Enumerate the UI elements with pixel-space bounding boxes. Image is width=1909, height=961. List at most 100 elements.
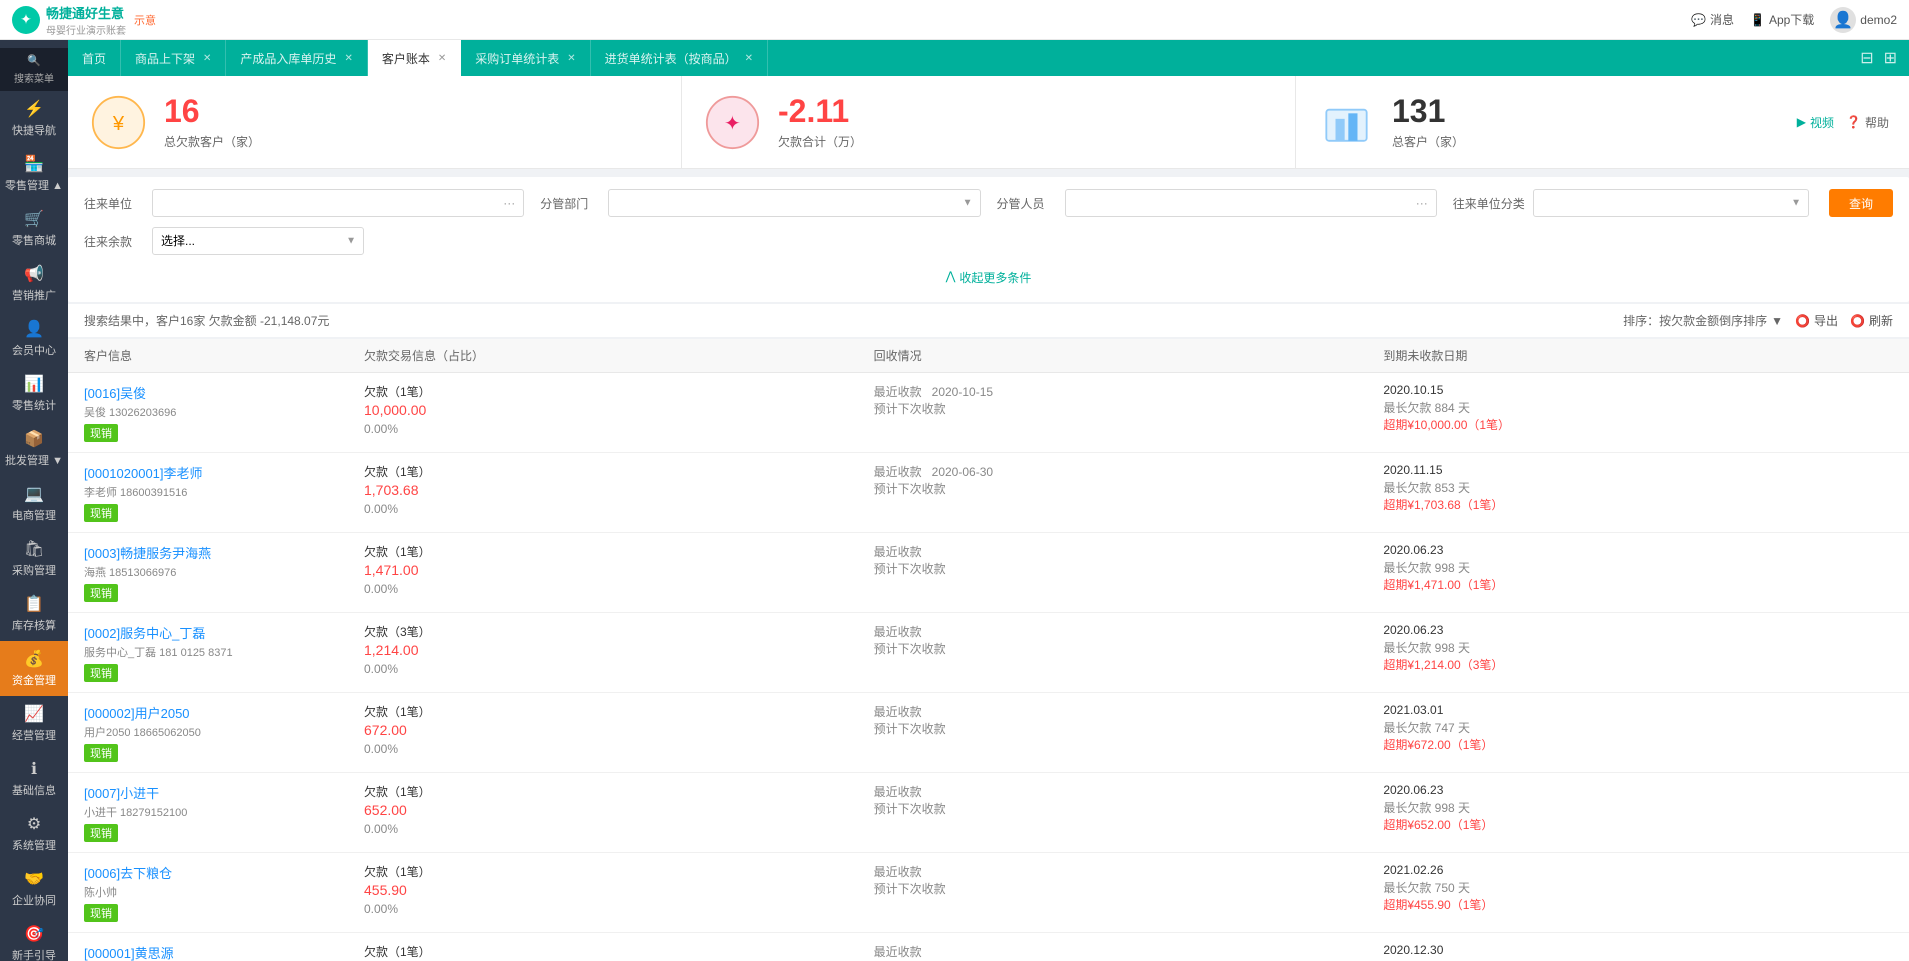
operations-icon: 📈 (24, 704, 44, 724)
tab-product-listing-close[interactable]: ✕ (203, 53, 211, 64)
customer-name-6[interactable]: [0007]小进干 (84, 783, 364, 802)
tab-production-history-close[interactable]: ✕ (344, 53, 352, 64)
overdue-amount-1[interactable]: 超期¥10,000.00（1笔） (1383, 416, 1893, 433)
recovery-latest-4: 最近收款 (874, 623, 1384, 640)
export-btn[interactable]: ⭕ 导出 (1795, 312, 1838, 329)
overdue-amount-3[interactable]: 超期¥1,471.00（1笔） (1383, 576, 1893, 593)
message-btn[interactable]: 💬 消息 (1691, 11, 1734, 28)
tab-customer-account[interactable]: 客户账本 ✕ (368, 40, 461, 76)
app-name: 畅捷通好生意 (46, 3, 126, 22)
tab-incoming-stats-close[interactable]: ✕ (745, 53, 753, 64)
sidebar-item-quick-nav[interactable]: ⚡ 快捷导航 (0, 91, 68, 146)
sidebar-item-system-mgmt[interactable]: ⚙ 系统管理 (0, 806, 68, 861)
recovery-cell-1: 最近收款 2020-10-15 预计下次收款 (874, 383, 1384, 417)
help-btn[interactable]: ❓ 帮助 (1846, 114, 1889, 131)
enterprise-collab-icon: 🤝 (24, 869, 44, 889)
table-row: [0007]小进干 小进干 18279152100 现销 欠款（1笔） 652.… (68, 773, 1909, 853)
sidebar-item-marketing[interactable]: 📢 营销推广 (0, 256, 68, 311)
stat-info-owed: -2.11 欠款合计（万） (778, 94, 862, 150)
customer-tag-6: 现销 (84, 824, 118, 842)
customer-tag-7: 现销 (84, 904, 118, 922)
filter-select-dept[interactable] (608, 189, 980, 217)
sidebar-item-member[interactable]: 👤 会员中心 (0, 311, 68, 366)
col-header-recovery: 回收情况 (874, 347, 1384, 364)
sidebar-item-finance[interactable]: 💰 资金管理 (0, 641, 68, 696)
minimize-btn[interactable]: ⊟ (1856, 48, 1877, 68)
tab-home[interactable]: 首页 (68, 40, 121, 76)
search-btn[interactable]: 查询 (1829, 189, 1893, 217)
sidebar-item-newbie-guide[interactable]: 🎯 新手引导 (0, 916, 68, 961)
user-area[interactable]: 👤 demo2 (1830, 7, 1897, 33)
overdue-days-4: 最长欠款 998 天 (1383, 639, 1893, 656)
customer-name-7[interactable]: [0006]去下粮仓 (84, 863, 364, 882)
sort-select[interactable]: 排序：按欠款金额倒序排序 ▼ (1623, 312, 1783, 329)
filter-select-category[interactable] (1533, 189, 1809, 217)
tab-production-history[interactable]: 产成品入库单历史 ✕ (226, 40, 367, 76)
export-icon: ⭕ (1795, 314, 1810, 328)
due-date-5: 2021.03.01 (1383, 703, 1893, 717)
owed-label-1: 欠款（1笔） (364, 383, 874, 400)
collapse-row[interactable]: ⋀ 收起更多条件 (84, 265, 1893, 290)
sidebar-item-retail-mgmt[interactable]: 🏪 零售管理 ▲ (0, 146, 68, 201)
customer-tag-3: 现销 (84, 584, 118, 602)
svg-text:✦: ✦ (724, 112, 741, 134)
retail-mgmt-icon: 🏪 (24, 154, 44, 174)
sidebar-item-enterprise-collab[interactable]: 🤝 企业协同 (0, 861, 68, 916)
owed-pct-5: 0.00% (364, 742, 874, 756)
customer-info-3: 海燕 18513066976 (84, 564, 364, 580)
sidebar-item-ecommerce[interactable]: 💻 电商管理 (0, 476, 68, 531)
inventory-icon: 📋 (24, 594, 44, 614)
table-row: [000002]用户2050 用户2050 18665062050 现销 欠款（… (68, 693, 1909, 773)
overdue-amount-2[interactable]: 超期¥1,703.68（1笔） (1383, 496, 1893, 513)
tab-product-listing[interactable]: 商品上下架 ✕ (121, 40, 226, 76)
tab-customer-account-close[interactable]: ✕ (438, 53, 446, 64)
sidebar-item-search[interactable]: 🔍 搜索菜单 (0, 48, 68, 91)
demo-link[interactable]: 示意 (134, 12, 156, 28)
maximize-btn[interactable]: ⊞ (1880, 48, 1901, 68)
owed-cell-6: 欠款（1笔） 652.00 0.00% (364, 783, 874, 836)
tab-incoming-stats[interactable]: 进货单统计表（按商品） ✕ (591, 40, 768, 76)
customer-info-2: 李老师 18600391516 (84, 484, 364, 500)
customer-name-2[interactable]: [0001020001]李老师 (84, 463, 364, 482)
stat-info-total: 131 总客户（家） (1392, 94, 1464, 150)
collapse-label: 收起更多条件 (959, 269, 1031, 286)
customer-info-1: 吴俊 13026203696 (84, 404, 364, 420)
filter-item-category: 往来单位分类 ▼ 查询 (1453, 189, 1893, 217)
customer-name-5[interactable]: [000002]用户2050 (84, 703, 364, 722)
customer-name-1[interactable]: [0016]吴俊 (84, 383, 364, 402)
filter-input-customer[interactable]: ··· (152, 189, 524, 217)
table-row: [0016]吴俊 吴俊 13026203696 现销 欠款（1笔） 10,000… (68, 373, 1909, 453)
customer-name-8[interactable]: [000001]黄思源 (84, 943, 364, 961)
due-cell-4: 2020.06.23 最长欠款 998 天 超期¥1,214.00（3笔） (1383, 623, 1893, 673)
customer-name-3[interactable]: [0003]畅捷服务尹海燕 (84, 543, 364, 562)
sidebar-item-retail-mall[interactable]: 🛒 零售商城 (0, 201, 68, 256)
overdue-days-7: 最长欠款 750 天 (1383, 879, 1893, 896)
overdue-amount-7[interactable]: 超期¥455.90（1笔） (1383, 896, 1893, 913)
svg-text:¥: ¥ (111, 112, 124, 134)
video-btn[interactable]: ▶ 视频 (1797, 114, 1834, 131)
filter-input-person[interactable]: ··· (1065, 189, 1437, 217)
due-date-4: 2020.06.23 (1383, 623, 1893, 637)
owed-cell-3: 欠款（1笔） 1,471.00 0.00% (364, 543, 874, 596)
app-download-btn[interactable]: 📱 App下载 (1750, 11, 1814, 28)
tab-purchase-stats-close[interactable]: ✕ (567, 53, 575, 64)
sidebar-item-inventory[interactable]: 📋 库存核算 (0, 586, 68, 641)
sidebar-item-retail-stats[interactable]: 📊 零售统计 (0, 366, 68, 421)
sidebar-item-purchase[interactable]: 🛍 采购管理 (0, 531, 68, 586)
overdue-days-2: 最长欠款 853 天 (1383, 479, 1893, 496)
refresh-btn[interactable]: ⭕ 刷新 (1850, 312, 1893, 329)
owed-pct-1: 0.00% (364, 422, 874, 436)
sidebar-item-wholesale-mgmt[interactable]: 📦 批发管理 ▼ (0, 421, 68, 476)
table-row: [0003]畅捷服务尹海燕 海燕 18513066976 现销 欠款（1笔） 1… (68, 533, 1909, 613)
customer-name-4[interactable]: [0002]服务中心_丁磊 (84, 623, 364, 642)
overdue-amount-6[interactable]: 超期¥652.00（1笔） (1383, 816, 1893, 833)
sort-arrow-icon: ▼ (1771, 314, 1783, 328)
filter-select-balance[interactable]: 选择... (152, 227, 364, 255)
results-bar-right: 排序：按欠款金额倒序排序 ▼ ⭕ 导出 ⭕ 刷新 (1623, 312, 1893, 329)
sidebar-item-operations[interactable]: 📈 经营管理 (0, 696, 68, 751)
tab-purchase-stats[interactable]: 采购订单统计表 ✕ (461, 40, 590, 76)
owed-cell-4: 欠款（3笔） 1,214.00 0.00% (364, 623, 874, 676)
overdue-amount-5[interactable]: 超期¥672.00（1笔） (1383, 736, 1893, 753)
overdue-amount-4[interactable]: 超期¥1,214.00（3笔） (1383, 656, 1893, 673)
sidebar-item-basic-info[interactable]: ℹ 基础信息 (0, 751, 68, 806)
